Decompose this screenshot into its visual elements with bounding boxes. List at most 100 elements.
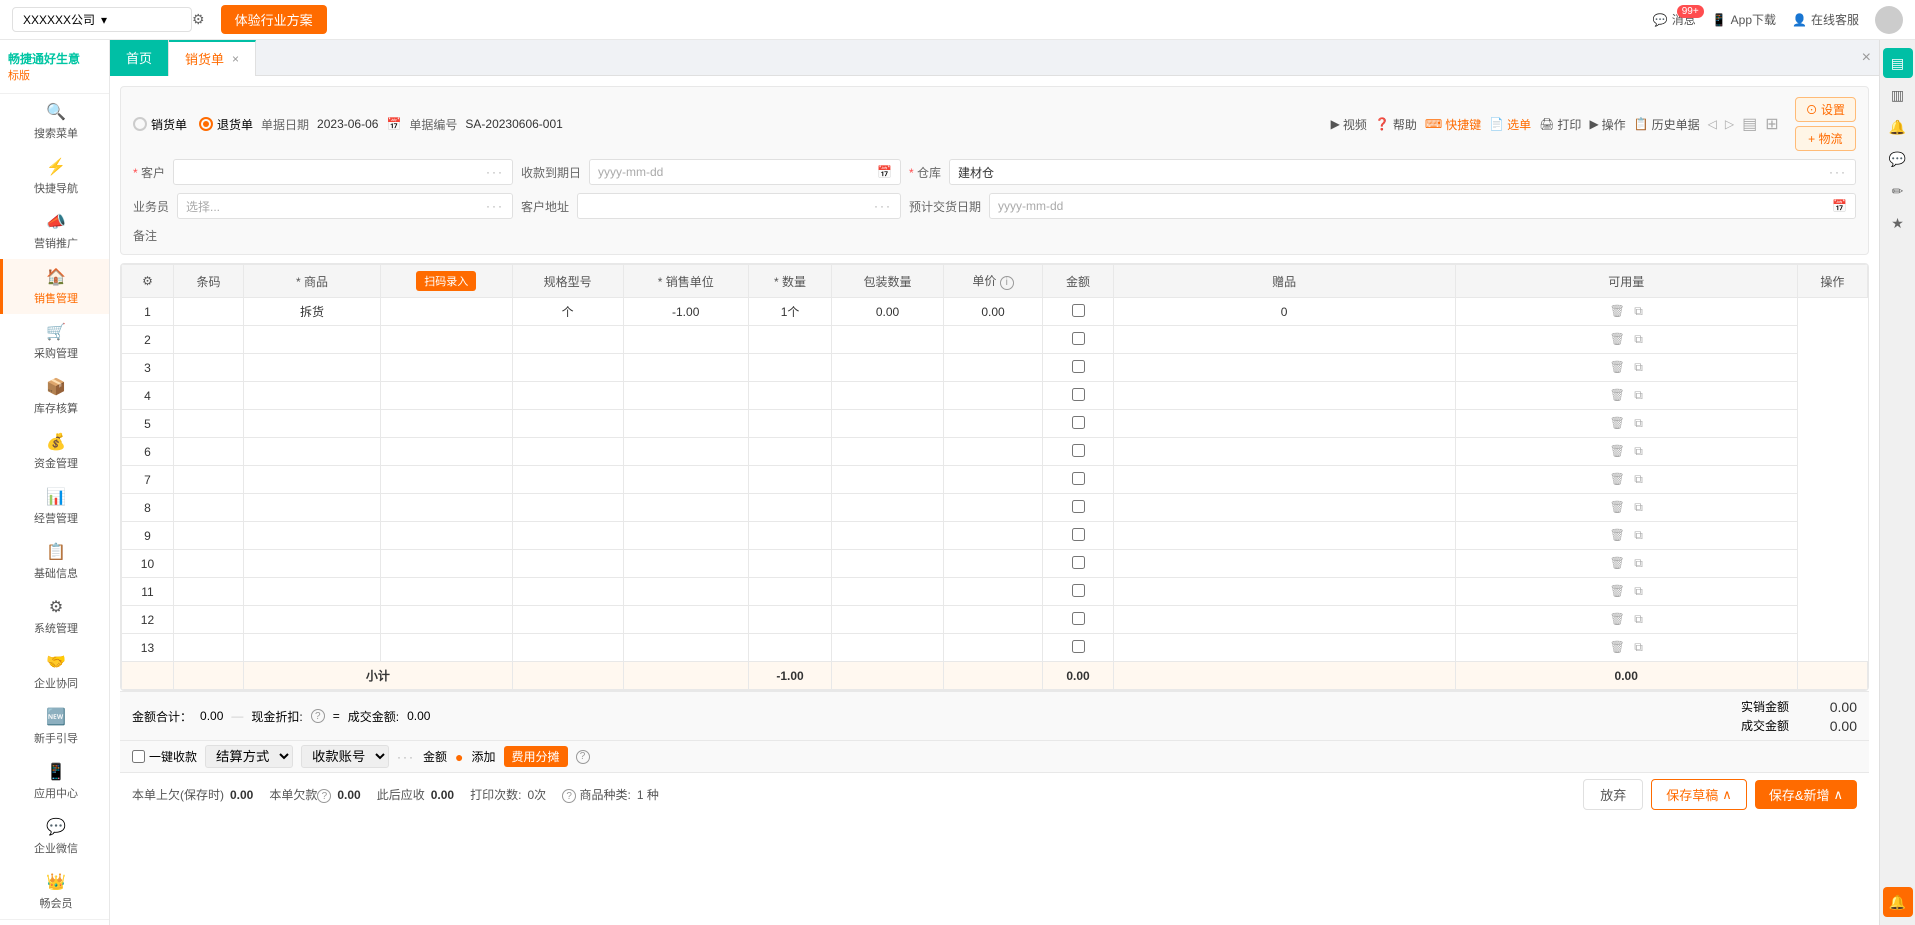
cell-qty[interactable]: -1.00: [623, 298, 748, 326]
right-panel-btn-5[interactable]: ✏: [1883, 176, 1913, 206]
cash-discount-info[interactable]: ?: [311, 709, 325, 723]
cell-action[interactable]: 🗑 ⧉: [1455, 466, 1797, 494]
cell-amount[interactable]: [943, 354, 1043, 382]
cell-amount[interactable]: 0.00: [943, 298, 1043, 326]
customer-input[interactable]: ···: [173, 159, 513, 185]
salesman-input[interactable]: 选择... ···: [177, 193, 513, 219]
sidebar-item-guide[interactable]: 🆕 新手引导: [0, 699, 109, 754]
cell-qty[interactable]: [623, 354, 748, 382]
copy-icon[interactable]: ⧉: [1634, 388, 1643, 402]
cell-pkg-qty[interactable]: [748, 522, 832, 550]
gift-checkbox[interactable]: [1072, 304, 1085, 317]
delete-icon[interactable]: 🗑: [1610, 416, 1625, 430]
cell-price[interactable]: [832, 522, 943, 550]
gift-checkbox[interactable]: [1072, 444, 1085, 457]
discard-button[interactable]: 放弃: [1583, 779, 1643, 810]
cell-barcode[interactable]: [173, 354, 243, 382]
sidebar-item-finance[interactable]: 💰 资金管理: [0, 424, 109, 479]
sidebar-item-system[interactable]: ⚙ 系统管理: [0, 589, 109, 644]
cell-gift[interactable]: [1043, 494, 1113, 522]
cell-price[interactable]: [832, 410, 943, 438]
customer-addr-more-icon[interactable]: ···: [874, 199, 892, 213]
cell-qty[interactable]: [623, 438, 748, 466]
copy-icon[interactable]: ⧉: [1634, 528, 1643, 542]
operate-btn[interactable]: ▶ 操作: [1589, 116, 1625, 133]
delete-icon[interactable]: 🗑: [1610, 528, 1625, 542]
right-panel-btn-6[interactable]: ★: [1883, 208, 1913, 238]
copy-icon[interactable]: ⧉: [1634, 472, 1643, 486]
cell-unit[interactable]: [512, 466, 623, 494]
cell-spec[interactable]: [380, 354, 512, 382]
sidebar-item-basic[interactable]: 📋 基础信息: [0, 534, 109, 589]
cell-barcode[interactable]: [173, 494, 243, 522]
cell-product[interactable]: [244, 410, 381, 438]
settlement-select[interactable]: 结算方式: [205, 745, 293, 768]
cell-gift[interactable]: [1043, 634, 1113, 662]
copy-icon[interactable]: ⧉: [1634, 640, 1643, 654]
gift-checkbox[interactable]: [1072, 584, 1085, 597]
select-btn[interactable]: 📄 选单: [1489, 116, 1531, 133]
cell-gift[interactable]: [1043, 606, 1113, 634]
service-item[interactable]: 👤 在线客服: [1792, 11, 1859, 28]
cell-spec[interactable]: [380, 634, 512, 662]
help-btn[interactable]: ❓ 帮助: [1375, 116, 1417, 133]
delete-icon[interactable]: 🗑: [1610, 304, 1625, 318]
cell-action[interactable]: 🗑 ⧉: [1455, 550, 1797, 578]
cell-product[interactable]: [244, 634, 381, 662]
save-draft-button[interactable]: 保存草稿 ∧: [1651, 779, 1747, 810]
sidebar-item-marketing[interactable]: 📣 营销推广: [0, 204, 109, 259]
fee-split-tag[interactable]: 费用分摊: [504, 746, 568, 767]
cell-amount[interactable]: [943, 634, 1043, 662]
sidebar-item-wechat[interactable]: 💬 企业微信: [0, 809, 109, 864]
cell-price[interactable]: 0.00: [832, 298, 943, 326]
cell-pkg-qty[interactable]: [748, 382, 832, 410]
cell-action[interactable]: 🗑 ⧉: [1455, 522, 1797, 550]
logistics-button[interactable]: + 物流: [1795, 126, 1856, 151]
cell-product[interactable]: [244, 494, 381, 522]
cell-price[interactable]: [832, 578, 943, 606]
gift-checkbox[interactable]: [1072, 388, 1085, 401]
cell-amount[interactable]: [943, 382, 1043, 410]
cell-product[interactable]: [244, 550, 381, 578]
cell-price[interactable]: [832, 634, 943, 662]
tab-sales[interactable]: 销货单 ×: [169, 40, 256, 76]
gift-checkbox[interactable]: [1072, 612, 1085, 625]
cell-pkg-qty[interactable]: [748, 606, 832, 634]
cell-barcode[interactable]: [173, 634, 243, 662]
th-settings[interactable]: ⚙: [122, 265, 174, 298]
tab-home[interactable]: 首页: [110, 40, 169, 76]
account-select[interactable]: 收款账号: [301, 745, 389, 768]
right-panel-btn-7[interactable]: 🔔: [1883, 887, 1913, 917]
delete-icon[interactable]: 🗑: [1610, 332, 1625, 346]
tab-close-icon[interactable]: ×: [232, 52, 239, 66]
salesman-more-icon[interactable]: ···: [486, 199, 504, 213]
gift-checkbox[interactable]: [1072, 556, 1085, 569]
cell-action[interactable]: 🗑 ⧉: [1455, 410, 1797, 438]
cell-amount[interactable]: [943, 494, 1043, 522]
cell-qty[interactable]: [623, 606, 748, 634]
gift-checkbox[interactable]: [1072, 528, 1085, 541]
cell-spec[interactable]: [380, 298, 512, 326]
warehouse-input[interactable]: 建材仓 ···: [949, 159, 1856, 185]
sidebar-item-enterprise[interactable]: 🤝 企业协同: [0, 644, 109, 699]
cell-pkg-qty[interactable]: [748, 354, 832, 382]
cell-price[interactable]: [832, 354, 943, 382]
cell-price[interactable]: [832, 466, 943, 494]
warehouse-more-icon[interactable]: ···: [1829, 165, 1847, 179]
add-icon[interactable]: ●: [455, 749, 463, 765]
cell-pkg-qty[interactable]: [748, 410, 832, 438]
cell-qty[interactable]: [623, 382, 748, 410]
list-view-icon[interactable]: ▤: [1742, 114, 1757, 134]
cell-amount[interactable]: [943, 410, 1043, 438]
cell-qty[interactable]: [623, 466, 748, 494]
cell-product[interactable]: [244, 522, 381, 550]
cell-unit[interactable]: [512, 606, 623, 634]
grid-view-icon[interactable]: ⊞: [1765, 114, 1778, 134]
cell-spec[interactable]: [380, 494, 512, 522]
sidebar-item-inventory[interactable]: 📦 库存核算: [0, 369, 109, 424]
cell-qty[interactable]: [623, 634, 748, 662]
calendar-icon[interactable]: 📅: [386, 117, 401, 131]
cell-barcode[interactable]: [173, 606, 243, 634]
cell-unit[interactable]: [512, 578, 623, 606]
right-panel-btn-4[interactable]: 💬: [1883, 144, 1913, 174]
